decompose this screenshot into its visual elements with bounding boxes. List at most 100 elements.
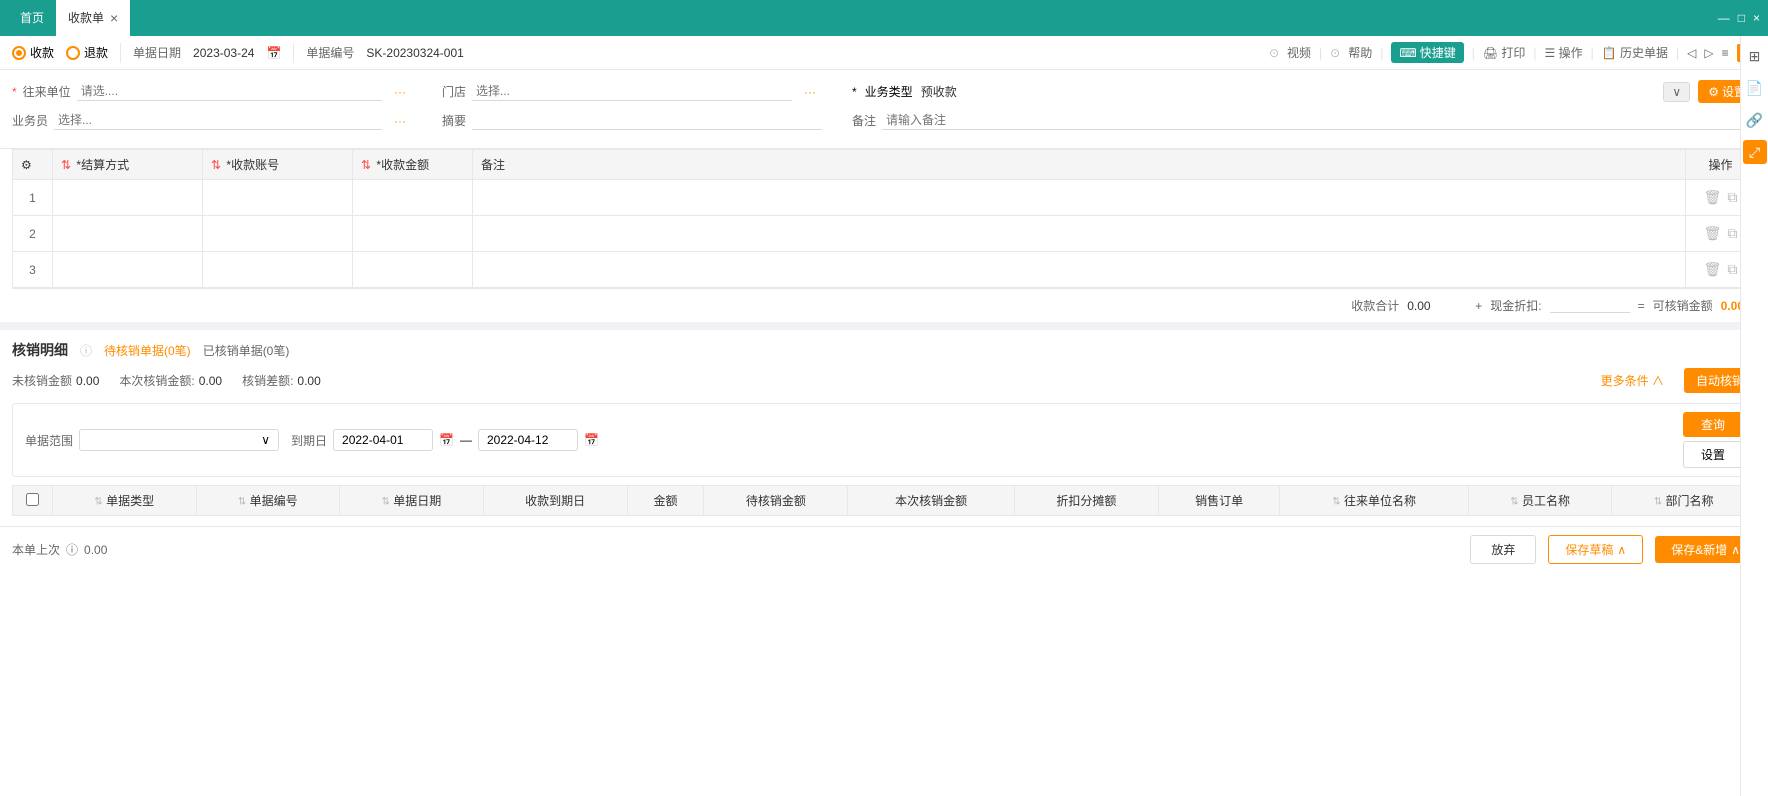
refund-radio[interactable]: 退款 xyxy=(66,44,108,61)
salesperson-more-button[interactable]: ··· xyxy=(388,114,412,128)
current-recon-header: 本次核销金额 xyxy=(848,486,1014,516)
remark-cell-2[interactable] xyxy=(473,216,1686,252)
more-conditions-button[interactable]: 更多条件 ∧ xyxy=(1601,372,1664,389)
account-cell-1[interactable] xyxy=(203,180,353,216)
completed-tab[interactable]: 已核销单据(0笔) xyxy=(203,342,290,359)
unreconciled-label: 未核销金额 xyxy=(12,372,72,389)
shortcut-button[interactable]: ⌨ 快捷键 xyxy=(1391,42,1463,63)
table-footer: 收款合计 0.00 + 现金折扣: = 可核销金额 0.00 xyxy=(12,288,1756,322)
copy-row-1-icon[interactable]: ⧉ xyxy=(1727,189,1737,206)
prev-layout-button[interactable]: ◁ xyxy=(1687,46,1696,60)
form-row-1: * 往来单位 ··· 门店 ··· * 业务类型 预收款 ∨ xyxy=(12,80,1756,103)
employee-header: ⇅ 员工名称 xyxy=(1468,486,1612,516)
settle-method-cell-1[interactable] xyxy=(53,180,203,216)
date-to-input[interactable] xyxy=(478,429,578,451)
due-date-filter: 到期日 📅 — 📅 xyxy=(291,429,599,451)
pending-tab[interactable]: 待核销单据(0笔) xyxy=(104,342,191,359)
help-action[interactable]: 帮助 xyxy=(1348,44,1372,61)
due-date-header: 收款到期日 xyxy=(483,486,627,516)
session-info-icon[interactable]: ⓘ xyxy=(66,541,78,558)
range-select[interactable]: ∨ xyxy=(79,429,279,451)
remark-cell-3[interactable] xyxy=(473,252,1686,288)
remark-cell-1[interactable] xyxy=(473,180,1686,216)
counterparty-input[interactable] xyxy=(77,82,382,101)
session-value: 0.00 xyxy=(84,543,107,557)
save-draft-chevron-icon: ∧ xyxy=(1617,543,1626,557)
delete-row-1-icon[interactable]: 🗑 xyxy=(1704,189,1722,206)
document-date[interactable]: 2023-03-24 xyxy=(193,46,254,60)
save-draft-label: 保存草稿 xyxy=(1565,541,1613,558)
business-type-dropdown[interactable]: ∨ xyxy=(1663,82,1690,102)
maximize-button[interactable]: □ xyxy=(1738,11,1745,25)
settle-method-cell-2[interactable] xyxy=(53,216,203,252)
sidebar-table-icon[interactable]: ⊞ xyxy=(1743,44,1767,68)
table-container: ⚙ ⇅ *结算方式 ⇅ *收款账号 ⇅ *收款金额 备注 操作 xyxy=(0,149,1768,322)
sidebar-doc-icon[interactable]: 📄 xyxy=(1743,76,1767,100)
discount-header: 折扣分摊额 xyxy=(1014,486,1158,516)
doc-type-header: ⇅ 单据类型 xyxy=(53,486,197,516)
next-layout-button[interactable]: ▷ xyxy=(1704,46,1713,60)
list-layout-button[interactable]: ≡ xyxy=(1722,46,1729,60)
summary-input[interactable] xyxy=(472,111,822,130)
date-to-icon[interactable]: 📅 xyxy=(584,433,599,447)
date-range-separator: — xyxy=(460,433,472,447)
discount-label: 现金折扣: xyxy=(1490,297,1541,314)
counterparty-more-button[interactable]: ··· xyxy=(388,85,412,99)
amount-cell-1[interactable] xyxy=(353,180,473,216)
recon-info-icon[interactable]: ⓘ xyxy=(80,342,92,359)
close-window-button[interactable]: × xyxy=(1753,11,1760,25)
sidebar-link-icon[interactable]: 🔗 xyxy=(1743,108,1767,132)
salesperson-input[interactable] xyxy=(54,111,382,130)
business-type-label: 业务类型 xyxy=(865,83,913,100)
remarks-input[interactable] xyxy=(882,111,1756,130)
query-button[interactable]: 查询 xyxy=(1683,412,1743,437)
store-input[interactable] xyxy=(472,82,792,101)
counterparty-field: * 往来单位 ··· xyxy=(12,82,412,101)
operation-action[interactable]: ☰ 操作 xyxy=(1545,44,1583,61)
date-from-icon[interactable]: 📅 xyxy=(439,433,454,447)
row-number-3: 3 xyxy=(13,252,53,288)
filter-settings-button[interactable]: 设置 xyxy=(1683,441,1743,468)
calendar-icon[interactable]: 📅 xyxy=(266,46,281,60)
doc-date-header: ⇅ 单据日期 xyxy=(340,486,484,516)
recon-stats: 未核销金额 0.00 本次核销金额: 0.00 核销差额: 0.00 更多条件 … xyxy=(12,368,1756,393)
toolbar-actions: ⊙ 视频 | ⊙ 帮助 | ⌨ 快捷键 | 🖨 打印 | ☰ 操作 | 📋 历史… xyxy=(1269,42,1756,63)
amount-cell-3[interactable] xyxy=(353,252,473,288)
req-star-counterparty: * xyxy=(12,85,17,99)
total-value: 0.00 xyxy=(1407,299,1467,313)
delete-row-2-icon[interactable]: 🗑 xyxy=(1704,225,1722,242)
history-action[interactable]: 📋 历史单据 xyxy=(1602,44,1668,61)
right-sidebar: ⊞ 📄 🔗 ⤢ xyxy=(1740,36,1768,796)
store-more-button[interactable]: ··· xyxy=(798,85,822,99)
abandon-button[interactable]: 放弃 xyxy=(1470,535,1536,564)
print-action[interactable]: 🖨 打印 xyxy=(1483,44,1526,61)
select-all-checkbox[interactable] xyxy=(26,493,39,506)
discount-input[interactable] xyxy=(1550,298,1630,313)
settle-method-cell-3[interactable] xyxy=(53,252,203,288)
salesperson-field: 业务员 ··· xyxy=(12,111,412,130)
video-action[interactable]: 视频 xyxy=(1287,44,1311,61)
receipt-radio[interactable]: 收款 xyxy=(12,44,54,61)
close-tab-button[interactable]: × xyxy=(110,0,118,36)
help-icon: ⊙ xyxy=(1330,46,1340,60)
home-tab[interactable]: 首页 xyxy=(8,0,56,36)
account-cell-3[interactable] xyxy=(203,252,353,288)
sidebar-expand-icon[interactable]: ⤢ xyxy=(1743,140,1767,164)
save-draft-button[interactable]: 保存草稿 ∧ xyxy=(1548,535,1643,564)
active-tab[interactable]: 收款单 × xyxy=(56,0,130,36)
difference-stat: 核销差额: 0.00 xyxy=(242,372,321,389)
range-filter: 单据范围 ∨ xyxy=(25,429,279,451)
copy-row-3-icon[interactable]: ⧉ xyxy=(1727,261,1737,278)
date-from-input[interactable] xyxy=(333,429,433,451)
main-content: 收款 退款 单据日期 2023-03-24 📅 单据编号 SK-20230324… xyxy=(0,36,1768,796)
req-star-business: * xyxy=(852,85,857,99)
minimize-button[interactable]: — xyxy=(1718,11,1730,25)
table-settings-header[interactable]: ⚙ xyxy=(13,150,53,180)
delete-row-3-icon[interactable]: 🗑 xyxy=(1704,261,1722,278)
table-settings-icon[interactable]: ⚙ xyxy=(21,158,32,172)
account-cell-2[interactable] xyxy=(203,216,353,252)
session-info: 本单上次 ⓘ 0.00 xyxy=(12,541,107,558)
copy-row-2-icon[interactable]: ⧉ xyxy=(1727,225,1737,242)
amount-cell-2[interactable] xyxy=(353,216,473,252)
unreconciled-value: 0.00 xyxy=(76,374,99,388)
